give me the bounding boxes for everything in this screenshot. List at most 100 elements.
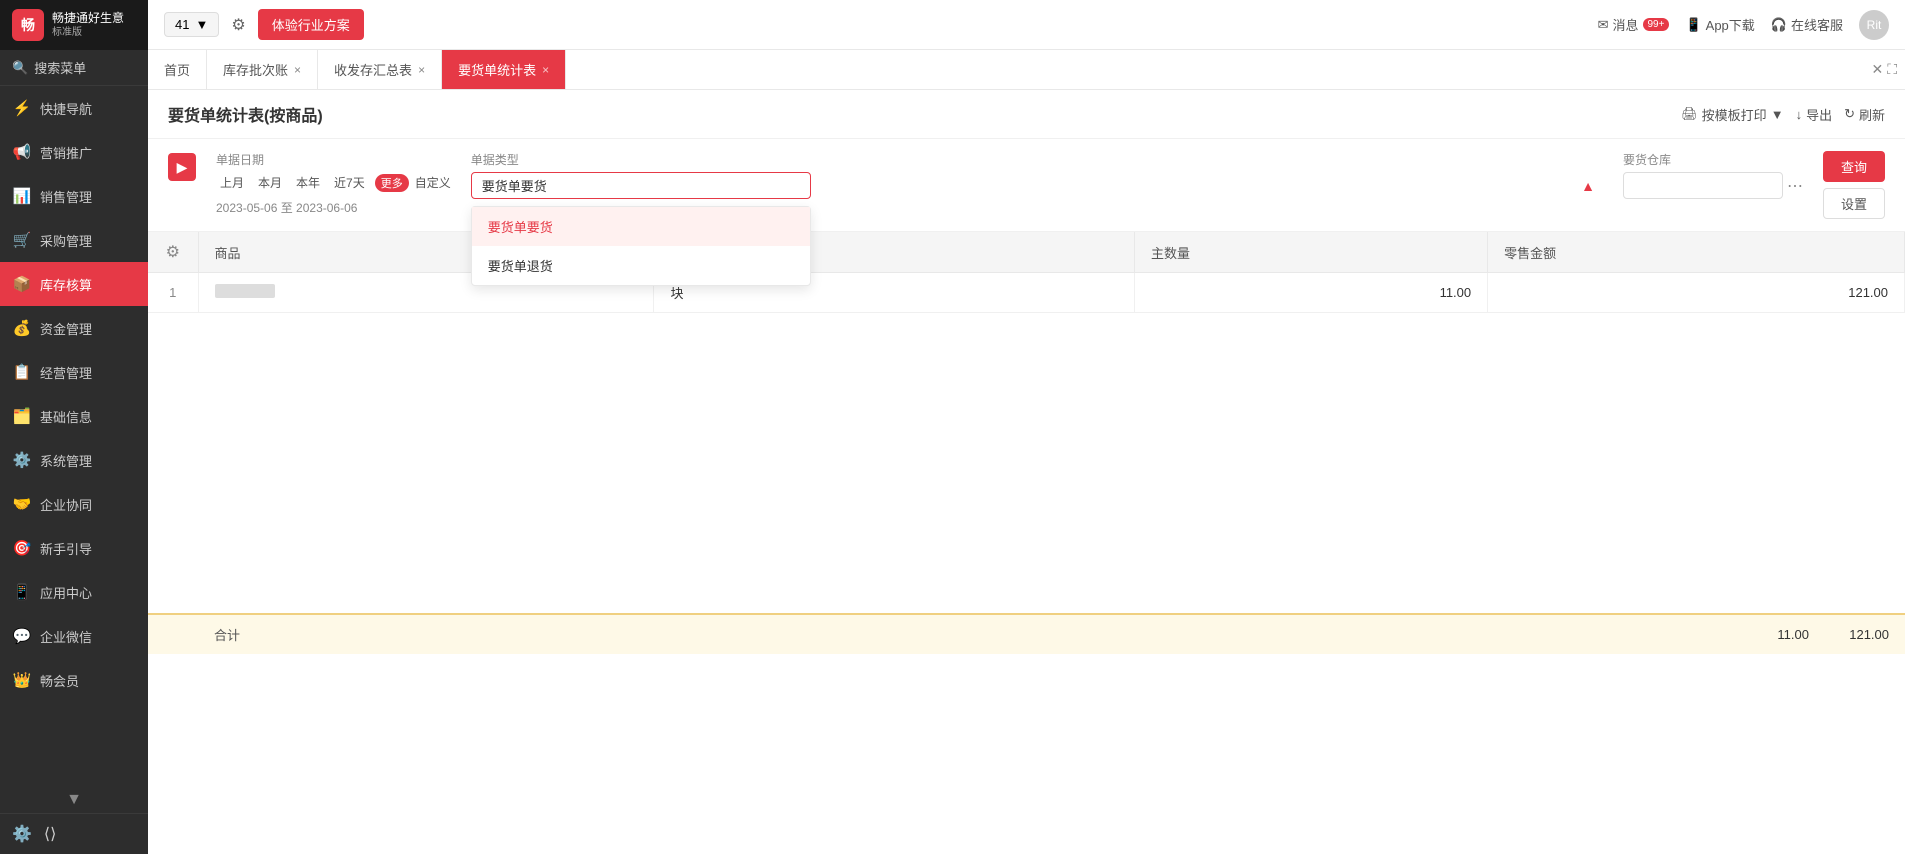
inventory-icon: 📦: [12, 274, 32, 294]
company-selector[interactable]: 41 ▼: [164, 12, 219, 37]
table-footer: 合计 11.00 121.00: [148, 613, 1905, 654]
print-button[interactable]: 🖨 按模板打印 ▼: [1681, 105, 1783, 124]
sidebar-logo: 畅: [12, 9, 44, 41]
system-icon: ⚙️: [12, 450, 32, 470]
warehouse-filter-input[interactable]: [1623, 172, 1783, 199]
close-order-summary-icon[interactable]: ×: [542, 63, 549, 77]
warehouse-filter-label: 要货仓库: [1623, 151, 1803, 168]
sidebar-item-apps[interactable]: 📱 应用中心: [0, 570, 148, 614]
sidebar-item-inventory[interactable]: 📦 库存核算: [0, 262, 148, 306]
page-header: 要货单统计表(按商品) 🖨 按模板打印 ▼ ↓ 导出 ↻: [148, 90, 1905, 139]
sidebar-search-item[interactable]: 🔍 搜索菜单: [0, 50, 148, 86]
table-body: 1 块 11.00 121.00: [148, 273, 1905, 313]
sidebar: 畅 畅捷通好生意 标准版 🔍 搜索菜单 ⚡ 快捷导航 📢 营销推广 📊 销售管理: [0, 0, 148, 854]
tab-receipt-summary[interactable]: 收发存汇总表 ×: [318, 50, 442, 89]
sidebar-item-wechat[interactable]: 💬 企业微信: [0, 614, 148, 658]
main-content: 41 ▼ ⚙ 体验行业方案 ✉ 消息 99+ 📱 App下载 🎧 在: [148, 0, 1905, 854]
shortcuts-icon: ⚡: [12, 98, 32, 118]
sidebar-item-purchase[interactable]: 🛒 采购管理: [0, 218, 148, 262]
filter-expand-button[interactable]: ▶: [168, 153, 196, 181]
page-content: 要货单统计表(按商品) 🖨 按模板打印 ▼ ↓ 导出 ↻: [148, 90, 1905, 854]
settings-bottom-icon[interactable]: ⚙️: [12, 824, 32, 844]
messages-badge: 99+: [1643, 18, 1670, 31]
column-settings-icon[interactable]: ⚙: [166, 244, 180, 261]
sidebar-scroll-down[interactable]: ▼: [0, 787, 148, 813]
dropdown-item-order-return[interactable]: 要货单退货: [472, 246, 810, 285]
date-quick-options: 上月 本月 本年 近7天 更多 自定义: [216, 172, 451, 193]
collapse-icon[interactable]: ⟨⟩: [44, 824, 56, 844]
user-avatar[interactable]: Rit: [1859, 10, 1889, 40]
tab-home[interactable]: 首页: [148, 50, 207, 89]
top-header: 41 ▼ ⚙ 体验行业方案 ✉ 消息 99+ 📱 App下载 🎧 在: [148, 0, 1905, 50]
sidebar-header: 畅 畅捷通好生意 标准版: [0, 0, 148, 50]
date-range-display: 2023-05-06 至 2023-06-06: [216, 199, 451, 216]
dropdown-item-order-goods[interactable]: 要货单要货: [472, 207, 810, 246]
sidebar-title: 畅捷通好生意 标准版: [52, 11, 124, 40]
export-icon: ↓: [1796, 107, 1803, 122]
warehouse-input-wrapper: ⋯: [1623, 172, 1803, 199]
close-inventory-batch-icon[interactable]: ×: [294, 63, 301, 77]
product-placeholder: [215, 284, 275, 298]
app-download-action[interactable]: 📱 App下载: [1685, 15, 1754, 34]
settings-button[interactable]: 设置: [1823, 188, 1885, 219]
sidebar-item-marketing[interactable]: 📢 营销推广: [0, 130, 148, 174]
last-7-days-btn[interactable]: 近7天: [330, 172, 369, 193]
online-service-action[interactable]: 🎧 在线客服: [1771, 15, 1843, 34]
tab-inventory-batch[interactable]: 库存批次账 ×: [207, 50, 318, 89]
message-icon: ✉: [1598, 17, 1609, 33]
page-inner: 要货单统计表(按商品) 🖨 按模板打印 ▼ ↓ 导出 ↻: [148, 90, 1905, 854]
sidebar-bottom: ⚙️ ⟨⟩: [0, 813, 148, 854]
wechat-icon: 💬: [12, 626, 32, 646]
footer-label: 合计: [214, 625, 240, 644]
date-custom-button[interactable]: 自定义: [415, 174, 451, 191]
guide-icon: 🎯: [12, 538, 32, 558]
sidebar-nav: ⚡ 快捷导航 📢 营销推广 📊 销售管理 🛒 采购管理 📦 库存核算 💰: [0, 86, 148, 787]
this-month-btn[interactable]: 本月: [254, 172, 286, 193]
tab-order-summary[interactable]: 要货单统计表 ×: [442, 50, 566, 89]
header-settings-icon[interactable]: ⚙: [231, 15, 245, 35]
sidebar-item-finance[interactable]: 💰 资金管理: [0, 306, 148, 350]
header-left: 41 ▼ ⚙ 体验行业方案: [164, 9, 364, 40]
type-filter-input[interactable]: [471, 172, 811, 199]
row-num-cell: 1: [148, 273, 198, 313]
row-qty-cell: 11.00: [1135, 273, 1488, 313]
sales-icon: 📊: [12, 186, 32, 206]
marketing-icon: 📢: [12, 142, 32, 162]
tabs-actions: ✕ ⛶: [1863, 61, 1905, 78]
sidebar-item-shortcuts[interactable]: ⚡ 快捷导航: [0, 86, 148, 130]
table-wrapper: ⚙ 商品 主计量单位 主数量 零售金额 1: [148, 232, 1905, 313]
chevron-down-icon: ▼: [195, 17, 208, 32]
table-header-row: ⚙ 商品 主计量单位 主数量 零售金额: [148, 232, 1905, 273]
refresh-button[interactable]: ↻ 刷新: [1844, 105, 1885, 124]
phone-icon: 📱: [1685, 17, 1701, 33]
sidebar-item-basic[interactable]: 🗂️ 基础信息: [0, 394, 148, 438]
sidebar-item-member[interactable]: 👑 畅会员: [0, 658, 148, 702]
date-more-button[interactable]: 更多: [375, 174, 409, 192]
sidebar-item-system[interactable]: ⚙️ 系统管理: [0, 438, 148, 482]
close-receipt-summary-icon[interactable]: ×: [418, 63, 425, 77]
sidebar-item-operations[interactable]: 📋 经营管理: [0, 350, 148, 394]
date-filter-label: 单据日期: [216, 151, 451, 168]
export-button[interactable]: ↓ 导出: [1796, 105, 1833, 124]
col-settings-header: ⚙: [148, 232, 198, 273]
enterprise-icon: 🤝: [12, 494, 32, 514]
type-dropdown-icon[interactable]: ▲: [1581, 178, 1595, 194]
type-input-wrapper: ▲ 要货单要货 要货单退货: [471, 172, 1603, 199]
fullscreen-icon[interactable]: ⛶: [1887, 61, 1897, 78]
close-all-tabs-icon[interactable]: ✕: [1871, 61, 1883, 78]
warehouse-more-icon[interactable]: ⋯: [1787, 176, 1803, 196]
industry-button[interactable]: 体验行业方案: [258, 9, 364, 40]
col-qty-header: 主数量: [1135, 232, 1488, 273]
messages-action[interactable]: ✉ 消息 99+: [1598, 15, 1670, 34]
sidebar-item-enterprise[interactable]: 🤝 企业协同: [0, 482, 148, 526]
sidebar-item-guide[interactable]: 🎯 新手引导: [0, 526, 148, 570]
footer-qty-value: 11.00: [1729, 627, 1809, 642]
search-icon: 🔍: [12, 60, 28, 76]
refresh-icon: ↻: [1844, 106, 1855, 122]
scroll-down-icon: ▼: [66, 791, 82, 809]
last-month-btn[interactable]: 上月: [216, 172, 248, 193]
this-year-btn[interactable]: 本年: [292, 172, 324, 193]
header-right: ✉ 消息 99+ 📱 App下载 🎧 在线客服 Rit: [1598, 10, 1889, 40]
query-button[interactable]: 查询: [1823, 151, 1885, 182]
sidebar-item-sales[interactable]: 📊 销售管理: [0, 174, 148, 218]
